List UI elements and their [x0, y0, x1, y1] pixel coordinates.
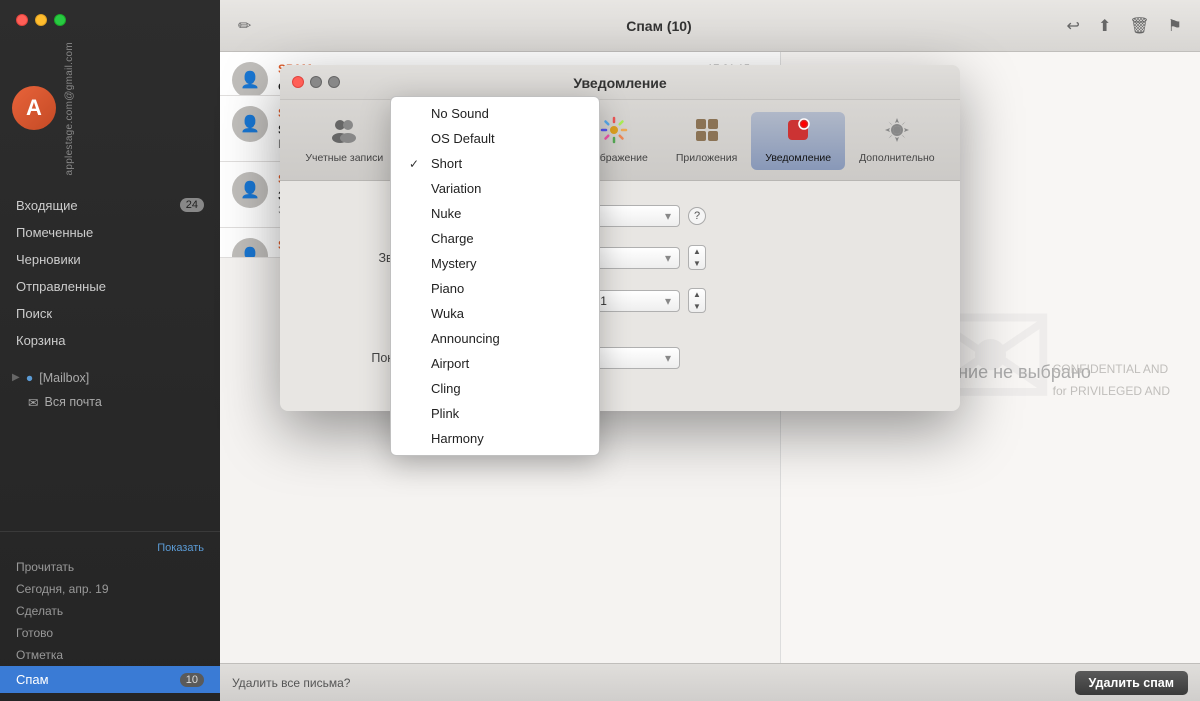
- display-icon: [600, 116, 628, 148]
- msg-avatar: 👤: [232, 172, 268, 208]
- sidebar-item-inbox[interactable]: Входящие 24: [0, 192, 220, 219]
- sidebar-item-today[interactable]: Сегодня, апр. 19: [0, 578, 220, 600]
- msg-avatar: 👤: [232, 106, 268, 142]
- tab-accounts-label: Учетные записи: [305, 152, 383, 164]
- accounts-icon: [330, 116, 358, 148]
- prefs-titlebar: Уведомление: [280, 65, 960, 100]
- prefs-traffic-lights: [292, 76, 340, 88]
- sidebar-item-search[interactable]: Поиск: [0, 300, 220, 327]
- traffic-lights: [0, 0, 220, 36]
- dropdown-item-cling[interactable]: Cling: [391, 376, 599, 401]
- stepper-down-icon[interactable]: ▼: [689, 258, 705, 270]
- tab-apps[interactable]: Приложения: [662, 112, 751, 170]
- prefs-window: Уведомление Учетные записи Основные Сост…: [280, 65, 960, 411]
- dropdown-item-charge[interactable]: Charge: [391, 226, 599, 251]
- sidebar-nav: Входящие 24 Помеченные Черновики Отправл…: [0, 188, 220, 358]
- prefs-close-button[interactable]: [292, 76, 304, 88]
- sidebar-item-sent[interactable]: Отправленные: [0, 273, 220, 300]
- sidebar-item-todo[interactable]: Сделать: [0, 600, 220, 622]
- prefs-title: Уведомление: [573, 75, 666, 91]
- sidebar-bottom: Показать Прочитать Сегодня, апр. 19 Сдел…: [0, 531, 220, 701]
- menu-stepper[interactable]: ▲ ▼: [688, 288, 706, 313]
- chevron-right-icon: ▶: [12, 372, 20, 383]
- chevron-down-icon: ▾: [665, 209, 671, 223]
- msg-avatar: 👤: [232, 238, 268, 258]
- dropdown-item-wuka[interactable]: Wuka: [391, 301, 599, 326]
- archive-icon[interactable]: ⬆: [1094, 12, 1115, 40]
- dropdown-item-mystery[interactable]: Mystery: [391, 251, 599, 276]
- tab-notifications-label: Уведомление: [765, 152, 831, 164]
- show-link[interactable]: Показать: [157, 542, 204, 554]
- dropdown-item-airport[interactable]: Airport: [391, 351, 599, 376]
- sidebar-item-mark[interactable]: Отметка: [0, 644, 220, 666]
- toolbar-title: Спам (10): [255, 18, 1062, 34]
- flag-icon[interactable]: ⚑: [1164, 12, 1186, 40]
- reading-pane-lines: CONFIDENTIAL AND for PRIVILEGED AND: [1053, 358, 1170, 402]
- stepper-up-icon[interactable]: ▲: [689, 289, 705, 301]
- sound-stepper[interactable]: ▲ ▼: [688, 245, 706, 270]
- toolbar-right: ↩ ⬆ 🗑 ⚑: [1063, 12, 1186, 40]
- reply-icon[interactable]: ↩: [1063, 12, 1084, 40]
- dropdown-item-os-default[interactable]: OS Default: [391, 126, 599, 151]
- dropdown-item-piano[interactable]: Piano: [391, 276, 599, 301]
- close-button[interactable]: [16, 14, 28, 26]
- sidebar-item-flagged[interactable]: Помеченные: [0, 219, 220, 246]
- chevron-down-icon: ▾: [665, 294, 671, 308]
- dropdown-item-harmony[interactable]: Harmony: [391, 426, 599, 451]
- bottom-bar: Удалить все письма? Удалить спам: [220, 663, 1200, 701]
- delete-all-label: Удалить все письма?: [232, 676, 350, 690]
- notifications-icon: [784, 116, 812, 148]
- prefs-minimize-button[interactable]: [310, 76, 322, 88]
- advanced-icon: [883, 116, 911, 148]
- toolbar: ✏ Спам (10) ↩ ⬆ 🗑 ⚑: [220, 0, 1200, 52]
- stepper-down-icon[interactable]: ▼: [689, 301, 705, 313]
- sidebar-item-spam[interactable]: Спам 10: [0, 666, 220, 693]
- sidebar-item-mailbox[interactable]: ▶ ● [Mailbox]: [0, 366, 220, 390]
- sidebar-item-done[interactable]: Готово: [0, 622, 220, 644]
- prefs-maximize-button[interactable]: [328, 76, 340, 88]
- compose-icon[interactable]: ✏: [234, 12, 255, 40]
- tab-advanced-label: Дополнительно: [859, 152, 935, 164]
- tab-apps-label: Приложения: [676, 152, 737, 164]
- chevron-down-icon: ▾: [665, 351, 671, 365]
- minimize-button[interactable]: [35, 14, 47, 26]
- tab-accounts[interactable]: Учетные записи: [291, 112, 397, 170]
- dropdown-item-announcing[interactable]: Announcing: [391, 326, 599, 351]
- sidebar-item-read[interactable]: Прочитать: [0, 556, 220, 578]
- sidebar-item-drafts[interactable]: Черновики: [0, 246, 220, 273]
- show-row: Показать: [0, 540, 220, 556]
- help-button[interactable]: ?: [688, 207, 706, 225]
- maximize-button[interactable]: [54, 14, 66, 26]
- dropdown-item-variation[interactable]: Variation: [391, 176, 599, 201]
- trash-icon[interactable]: 🗑: [1125, 12, 1153, 40]
- stepper-up-icon[interactable]: ▲: [689, 246, 705, 258]
- tab-notifications[interactable]: Уведомление: [751, 112, 845, 170]
- delete-spam-button[interactable]: Удалить спам: [1075, 671, 1188, 695]
- dropdown-item-no-sound[interactable]: No Sound: [391, 101, 599, 126]
- sound-dropdown: No Sound OS Default ✓ Short Variation Nu…: [390, 96, 600, 456]
- msg-avatar: 👤: [232, 62, 268, 96]
- dropdown-item-short[interactable]: ✓ Short: [391, 151, 599, 176]
- sidebar-avatar-section: A applestage.com@gmail.com: [0, 36, 220, 188]
- sidebar-item-all-mail[interactable]: ✉ Вся почта: [0, 390, 220, 415]
- chevron-down-icon: ▾: [665, 251, 671, 265]
- tab-advanced[interactable]: Дополнительно: [845, 112, 949, 170]
- dropdown-item-nuke[interactable]: Nuke: [391, 201, 599, 226]
- sidebar-email: applestage.com@gmail.com: [64, 42, 75, 176]
- sidebar-mailboxes: ▶ ● [Mailbox] ✉ Вся почта: [0, 366, 220, 415]
- prefs-content: Уведомление: Баннеры ▾ ? Звук для оповещ…: [280, 181, 960, 411]
- toolbar-left: ✏: [234, 12, 255, 40]
- sidebar: A applestage.com@gmail.com Входящие 24 П…: [0, 0, 220, 701]
- apps-icon: [693, 116, 721, 148]
- prefs-toolbar: Учетные записи Основные Составление: [280, 100, 960, 181]
- avatar: A: [12, 86, 56, 130]
- sidebar-item-trash[interactable]: Корзина: [0, 327, 220, 354]
- dropdown-item-plink[interactable]: Plink: [391, 401, 599, 426]
